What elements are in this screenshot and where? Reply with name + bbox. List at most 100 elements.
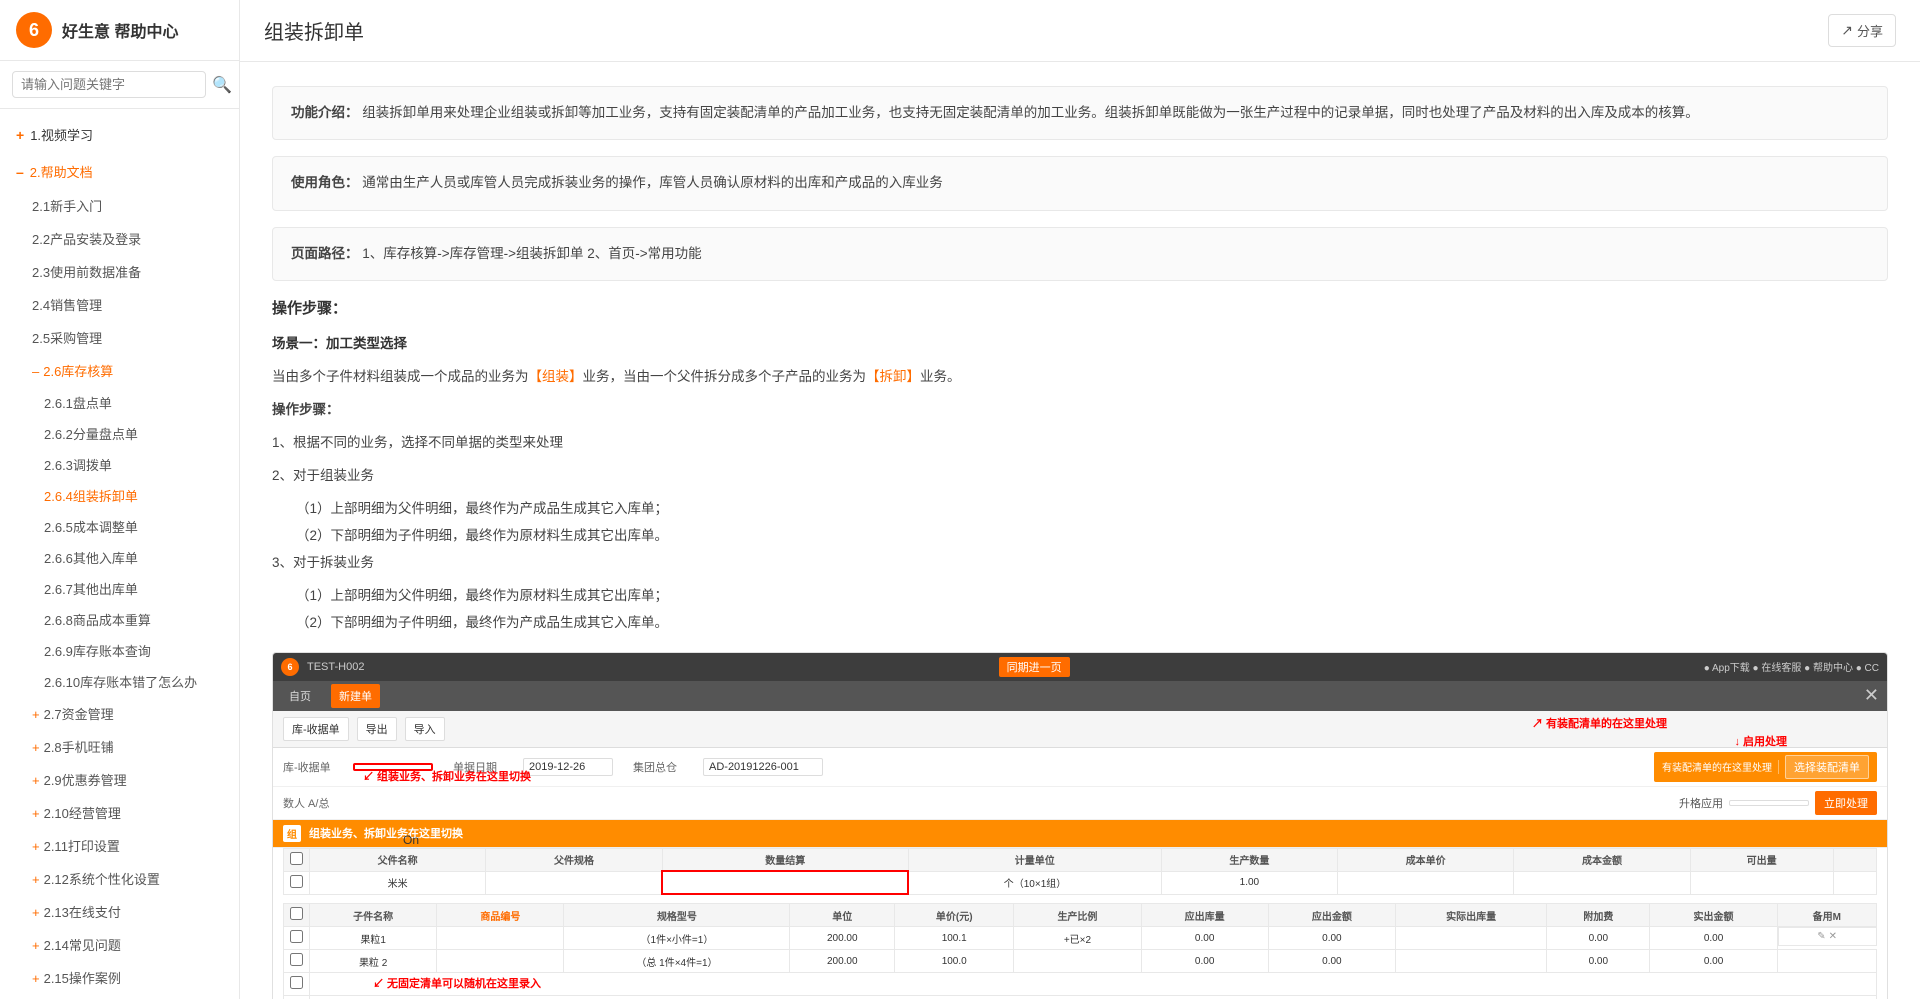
nav-sub-2: 2.1新手入门 2.2产品安装及登录 2.3使用前数据准备 2.4销售管理 2.… — [0, 189, 239, 994]
sidebar-item-2-11[interactable]: +2.11打印设置 — [0, 829, 239, 862]
sidebar-item-2-6-9[interactable]: 2.6.9库存账本查询 — [0, 635, 239, 666]
td-costunit-1 — [1338, 871, 1514, 894]
brow-ratio-2 — [1014, 950, 1141, 973]
step2: 2、对于组装业务 — [272, 462, 1888, 489]
brow-actualout-1 — [1395, 927, 1546, 950]
mock-select-bom[interactable]: 选择装配清单 — [1785, 755, 1869, 779]
sidebar-item-2[interactable]: – 2.帮助文档 — [0, 154, 239, 189]
input-settle-1[interactable] — [755, 875, 815, 890]
mock-id: TEST-H002 — [307, 661, 364, 673]
mock-nav-new[interactable]: 新建单 — [331, 684, 380, 708]
expand-icon-1: + — [16, 127, 24, 143]
sidebar-item-2-6-2[interactable]: 2.6.2分量盘点单 — [0, 418, 239, 449]
sidebar-item-2-6-8[interactable]: 2.6.8商品成本重算 — [0, 604, 239, 635]
th-avail-qty: 可出量 — [1690, 848, 1833, 871]
sidebar-item-2-1[interactable]: 2.1新手入门 — [0, 189, 239, 222]
bth-unit: 单位 — [790, 904, 895, 927]
sidebar-item-2-14[interactable]: +2.14常见问题 — [0, 928, 239, 961]
sidebar-item-2-6-6[interactable]: 2.6.6其他入库单 — [0, 542, 239, 573]
mock-form-row-2: 数人 A/总 升格应用 立即处理 — [273, 787, 1887, 820]
select-all-top[interactable] — [290, 852, 303, 865]
bth-should-amt: 应出金额 — [1268, 904, 1395, 927]
mock-logo: 6 — [281, 658, 299, 676]
path-text: 1、库存核算->库存管理->组装拆卸单 2、首页->常用功能 — [362, 246, 701, 261]
bth-check — [284, 904, 310, 927]
sidebar-item-2-6-10[interactable]: 2.6.10库存账本错了怎么办 — [0, 666, 239, 697]
sidebar-item-1[interactable]: + 1.视频学习 — [0, 117, 239, 152]
sidebar-item-2-7[interactable]: +2.7资金管理 — [0, 697, 239, 730]
step2-sub1: （1）上部明细为父件明细，最终作为产成品生成其它入库单； — [272, 495, 1888, 522]
step3-sub2: （2）下部明细为子件明细，最终作为产成品生成其它入库单。 — [272, 609, 1888, 636]
sidebar-item-2-6-3[interactable]: 2.6.3调拨单 — [0, 449, 239, 480]
sidebar-item-2-6-7[interactable]: 2.6.7其他出库单 — [0, 573, 239, 604]
mock-input-date[interactable]: 2019-12-26 — [523, 758, 613, 776]
sidebar-item-2-5[interactable]: 2.5采购管理 — [0, 321, 239, 354]
collapse-icon-2-6: – — [32, 364, 39, 379]
table-row-top-1: 米米 个（10×1组） 1.00 — [284, 871, 1877, 894]
mock-input-num[interactable]: AD-20191226-001 — [703, 758, 823, 776]
th-parent-name: 父件名称 — [310, 848, 486, 871]
sidebar-item-2-13[interactable]: +2.13在线支付 — [0, 895, 239, 928]
sidebar-item-2-15[interactable]: +2.15操作案例 — [0, 961, 239, 994]
brow-unit-2: 200.00 — [790, 950, 895, 973]
brow-shouldout-1: 0.00 — [1141, 927, 1268, 950]
mock-top-table-area: 父件名称 父件规格 数量结算 计量单位 生产数量 成本单价 成本金额 可出量 — [273, 848, 1887, 904]
bth-code: 商品编号 — [437, 904, 564, 927]
brow-check-2[interactable] — [290, 953, 303, 966]
mock-toolbar: 库-收据单 导出 导入 — [273, 711, 1887, 748]
search-icon[interactable]: 🔍 — [212, 75, 232, 95]
search-input[interactable] — [12, 71, 206, 98]
intro-label: 功能介绍： — [291, 105, 359, 120]
main-content: 功能介绍： 组装拆卸单用来处理企业组装或拆卸等加工业务，支持有固定装配清单的产品… — [240, 62, 1920, 999]
mock-topbar: 6 TEST-H002 同期进一页 ● App下载 ● 在线客服 ● 帮助中心 … — [273, 653, 1887, 681]
table-row-bottom-2: 果粒 2 （总 1件×4件=1） 200.00 100.0 0.00 0.00 … — [284, 950, 1877, 973]
mock-btn-import[interactable]: 导入 — [405, 717, 445, 741]
brow-check-1[interactable] — [290, 930, 303, 943]
step1: 1、根据不同的业务，选择不同单据的类型来处理 — [272, 429, 1888, 456]
mock-section-wrapper: 组 组装业务、拆卸业务在这里切换 — [273, 820, 1887, 848]
mock-bottom-table: 子件名称 商品编号 规格型号 单位 单价(元) 生产比例 应出库量 应出金额 实… — [283, 903, 1877, 999]
steps-sub-label: 操作步骤： — [272, 396, 1888, 423]
sidebar-item-2-4[interactable]: 2.4销售管理 — [0, 288, 239, 321]
main-area: 组装拆卸单 ↗ 分享 功能介绍： 组装拆卸单用来处理企业组装或拆卸等加工业务，支… — [240, 0, 1920, 999]
sidebar-item-2-6-1[interactable]: 2.6.1盘点单 — [0, 387, 239, 418]
sidebar-item-2-2[interactable]: 2.2产品安装及登录 — [0, 222, 239, 255]
mock-bottom-table-area: 子件名称 商品编号 规格型号 单位 单价(元) 生产比例 应出库量 应出金额 实… — [273, 903, 1887, 999]
mock-nav-home[interactable]: 自页 — [281, 684, 319, 708]
screenshot-container: 6 TEST-H002 同期进一页 ● App下载 ● 在线客服 ● 帮助中心 … — [272, 652, 1888, 999]
mock-btn-export[interactable]: 导出 — [357, 717, 397, 741]
brow-ratio-1: +已×2 — [1014, 927, 1141, 950]
sidebar-item-2-8[interactable]: +2.8手机旺铺 — [0, 730, 239, 763]
mock-input-type[interactable] — [353, 763, 433, 771]
bth-ops: 备用M — [1777, 904, 1876, 927]
sidebar-item-2-label: 2.帮助文档 — [30, 162, 93, 181]
th-parent-spec: 父件规格 — [486, 848, 662, 871]
mock-process-area: 升格应用 立即处理 — [1679, 791, 1877, 815]
step3: 3、对于拆装业务 — [272, 549, 1888, 576]
page-title: 组装拆卸单 — [264, 16, 364, 45]
sidebar-item-2-6-5[interactable]: 2.6.5成本调整单 — [0, 511, 239, 542]
edit-icon-1[interactable]: ✎ — [1817, 931, 1825, 942]
select-all-bottom[interactable] — [290, 907, 303, 920]
sidebar-item-2-10[interactable]: +2.10经营管理 — [0, 796, 239, 829]
bth-actual-out: 实际出库量 — [1395, 904, 1546, 927]
sidebar-item-2-6-4[interactable]: 2.6.4组装拆卸单 — [0, 480, 239, 511]
bth-ratio: 生产比例 — [1014, 904, 1141, 927]
mock-ui: 6 TEST-H002 同期进一页 ● App下载 ● 在线客服 ● 帮助中心 … — [273, 653, 1887, 999]
bth-should-out: 应出库量 — [1141, 904, 1268, 927]
sidebar-item-2-6[interactable]: –2.6库存核算 — [0, 354, 239, 387]
th-settle-qty: 数量结算 — [662, 848, 908, 871]
share-button[interactable]: ↗ 分享 — [1828, 14, 1896, 47]
app-logo: 6 — [16, 12, 52, 48]
mock-process-btn[interactable]: 立即处理 — [1815, 791, 1877, 815]
mock-process-input[interactable] — [1729, 800, 1809, 806]
intro-text: 组装拆卸单用来处理企业组装或拆卸等加工业务，支持有固定装配清单的产品加工业务，也… — [362, 105, 1699, 120]
mock-btn-save[interactable]: 库-收据单 — [283, 717, 349, 741]
nav-sub-sub-2-6: 2.6.1盘点单 2.6.2分量盘点单 2.6.3调拨单 2.6.4组装拆卸单 … — [0, 387, 239, 697]
sidebar-item-2-9[interactable]: +2.9优惠券管理 — [0, 763, 239, 796]
row-check-1[interactable] — [290, 875, 303, 888]
sidebar-item-2-3[interactable]: 2.3使用前数据准备 — [0, 255, 239, 288]
delete-icon-1[interactable]: ✕ — [1829, 931, 1837, 942]
sidebar-item-2-12[interactable]: +2.12系统个性化设置 — [0, 862, 239, 895]
mock-process-label: 升格应用 — [1679, 795, 1723, 811]
